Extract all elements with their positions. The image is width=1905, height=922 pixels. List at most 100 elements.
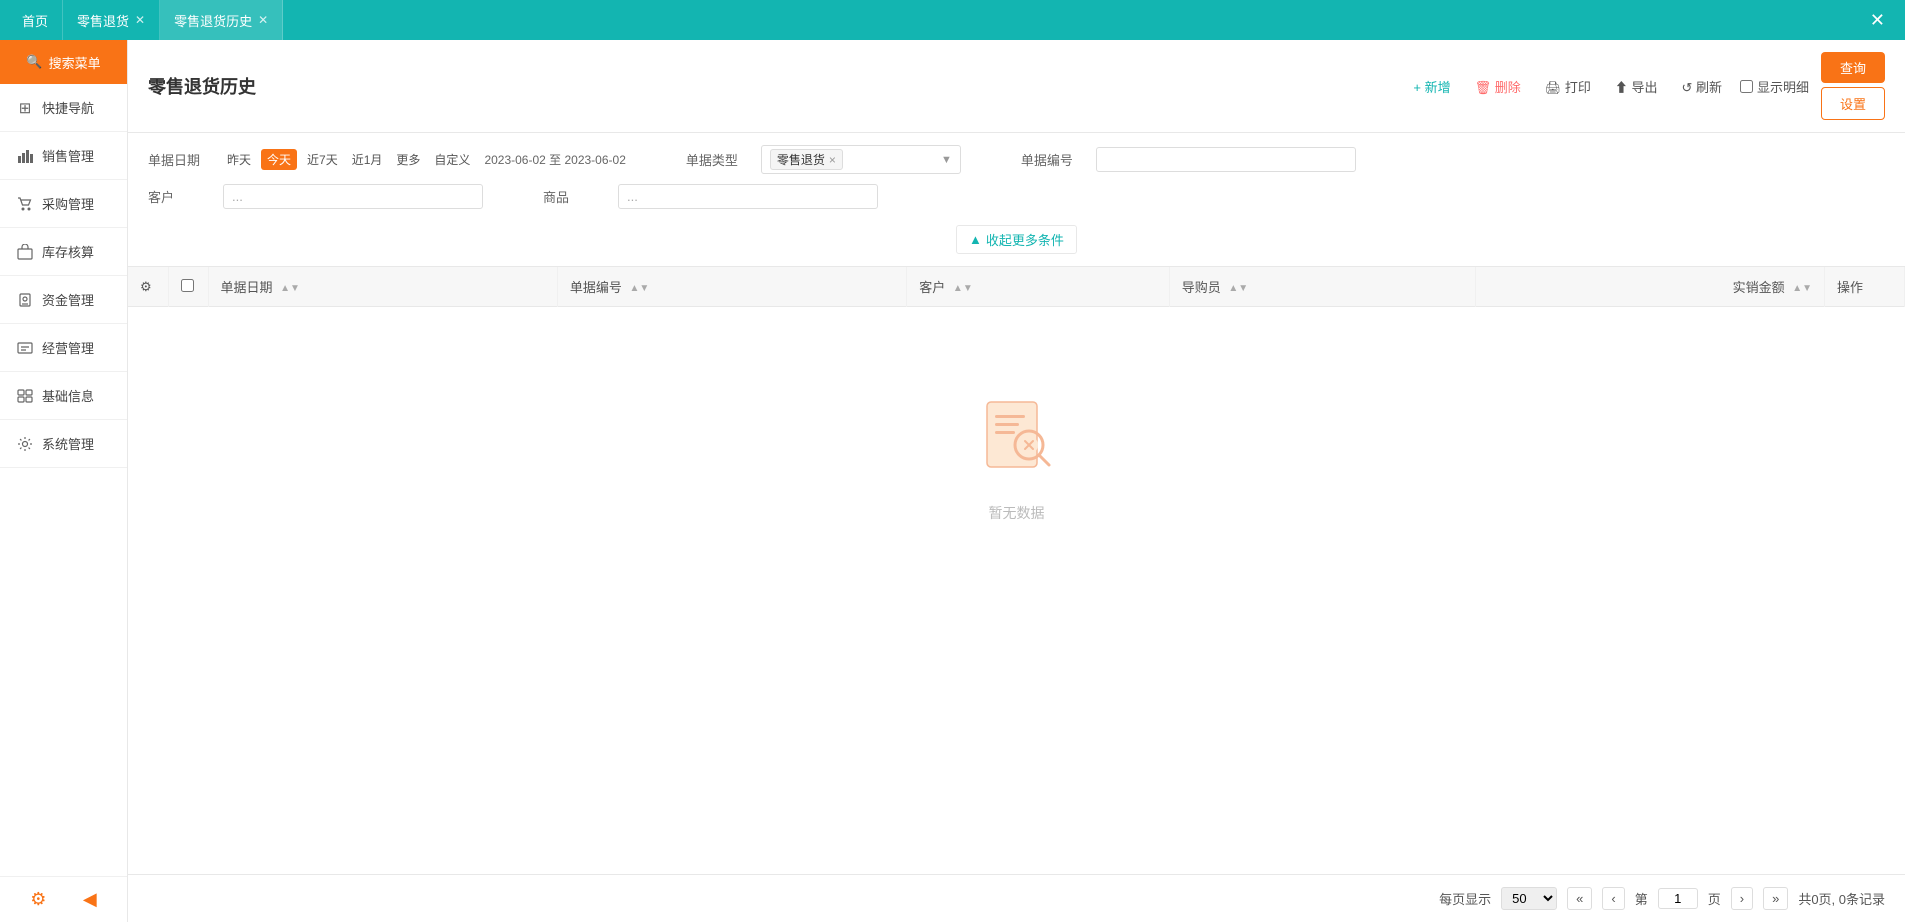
first-page-button[interactable]: «	[1567, 887, 1592, 910]
th-date[interactable]: 单据日期 ▲▼	[208, 267, 557, 307]
export-button[interactable]: ⬆ 导出	[1609, 73, 1664, 100]
sidebar-item-sales-mgmt[interactable]: 销售管理	[0, 132, 127, 180]
th-serial[interactable]: 单据编号 ▲▼	[557, 267, 906, 307]
goods-label: 商品	[543, 187, 598, 206]
date-opt-1month[interactable]: 近1月	[348, 150, 387, 169]
main-layout: 🔍 搜索菜单 ⊞ 快捷导航 销售管理 采购管理 库存核算	[0, 40, 1905, 922]
serial-sort: ▲▼	[630, 283, 650, 294]
date-options: 昨天 今天 近7天 近1月 更多 自定义 2023-06-02 至 2023-0…	[223, 149, 626, 170]
date-opt-today[interactable]: 今天	[261, 149, 297, 170]
filter-row-2: 客户 ... 商品 ...	[148, 184, 1885, 209]
page-label: 第	[1635, 889, 1648, 908]
sidebar-search[interactable]: 🔍 搜索菜单	[0, 40, 127, 84]
tab-retail-return-close[interactable]: ✕	[135, 13, 145, 27]
customer-input[interactable]: ...	[223, 184, 483, 209]
type-select-arrow: ▼	[941, 154, 952, 166]
sidebar: 🔍 搜索菜单 ⊞ 快捷导航 销售管理 采购管理 库存核算	[0, 40, 128, 922]
date-range-display: 2023-06-02 至 2023-06-02	[484, 151, 625, 168]
filter-area: 单据日期 昨天 今天 近7天 近1月 更多 自定义 2023-06-02 至 2…	[128, 133, 1905, 267]
toolbar: + 新增 🗑 删除 🖨 打印 ⬆ 导出 ↺ 刷新 显示明细 查询 设置	[1407, 52, 1885, 120]
inventory-icon	[16, 243, 34, 261]
query-set-group: 查询 设置	[1821, 52, 1885, 120]
prev-page-button[interactable]: ‹	[1602, 887, 1624, 910]
collapse-row: ▲ 收起更多条件	[148, 219, 1885, 254]
sidebar-item-label: 库存核算	[42, 242, 94, 261]
content-area: 零售退货历史 + 新增 🗑 删除 🖨 打印 ⬆ 导出 ↺ 刷新 显示明细 查询 …	[128, 40, 1905, 922]
sales-icon	[16, 147, 34, 165]
date-opt-more[interactable]: 更多	[392, 150, 424, 169]
select-all-checkbox[interactable]	[181, 279, 194, 292]
sidebar-item-operations[interactable]: 经营管理	[0, 324, 127, 372]
print-button[interactable]: 🖨 打印	[1539, 73, 1597, 100]
system-icon	[16, 435, 34, 453]
date-label: 单据日期	[148, 150, 203, 169]
set-button[interactable]: 设置	[1821, 87, 1885, 120]
type-tag: 零售退货 ×	[770, 149, 843, 170]
new-button[interactable]: + 新增	[1407, 73, 1456, 100]
serial-input[interactable]	[1096, 147, 1356, 172]
empty-illustration	[967, 387, 1067, 487]
tab-retail-return[interactable]: 零售退货 ✕	[63, 0, 160, 40]
empty-text: 暂无数据	[989, 503, 1045, 523]
query-button[interactable]: 查询	[1821, 52, 1885, 83]
operations-icon	[16, 339, 34, 357]
sidebar-item-purchase-mgmt[interactable]: 采购管理	[0, 180, 127, 228]
sidebar-search-label: 搜索菜单	[49, 53, 101, 72]
goods-input[interactable]: ...	[618, 184, 878, 209]
window-close-button[interactable]: ✕	[1858, 10, 1897, 31]
display-detail-checkbox[interactable]: 显示明细	[1740, 77, 1809, 96]
page-header-top: 零售退货历史 + 新增 🗑 删除 🖨 打印 ⬆ 导出 ↺ 刷新 显示明细 查询 …	[148, 52, 1885, 120]
per-page-select[interactable]: 50 100 200	[1501, 887, 1557, 910]
type-label: 单据类型	[686, 150, 741, 169]
th-guide[interactable]: 导购员 ▲▼	[1169, 267, 1475, 307]
collapse-button[interactable]: ▲ 收起更多条件	[956, 225, 1077, 254]
search-icon: 🔍	[26, 54, 42, 70]
sidebar-item-label: 采购管理	[42, 194, 94, 213]
total-info: 共0页, 0条记录	[1798, 889, 1885, 908]
customer-sort: ▲▼	[953, 283, 973, 294]
basic-info-icon	[16, 387, 34, 405]
sidebar-item-label: 经营管理	[42, 338, 94, 357]
quick-nav-icon: ⊞	[16, 99, 34, 117]
sidebar-item-label: 系统管理	[42, 434, 94, 453]
sidebar-item-basic-info[interactable]: 基础信息	[0, 372, 127, 420]
sidebar-item-inventory[interactable]: 库存核算	[0, 228, 127, 276]
collapse-label: 收起更多条件	[986, 230, 1064, 249]
th-actions: 操作	[1825, 267, 1905, 307]
page-header: 零售退货历史 + 新增 🗑 删除 🖨 打印 ⬆ 导出 ↺ 刷新 显示明细 查询 …	[128, 40, 1905, 133]
collapse-icon: ▲	[969, 232, 982, 247]
sidebar-item-system-mgmt[interactable]: 系统管理	[0, 420, 127, 468]
th-amount[interactable]: 实销金额 ▲▼	[1475, 267, 1824, 307]
sidebar-item-label: 资金管理	[42, 290, 94, 309]
last-page-button[interactable]: »	[1763, 887, 1788, 910]
sidebar-item-label: 销售管理	[42, 146, 94, 165]
sidebar-item-label: 基础信息	[42, 386, 94, 405]
sidebar-item-label: 快捷导航	[42, 98, 94, 117]
page-input[interactable]	[1658, 888, 1698, 909]
guide-sort: ▲▼	[1228, 283, 1248, 294]
collapse-sidebar-icon[interactable]: ◀	[83, 889, 97, 910]
delete-button[interactable]: 🗑 删除	[1469, 73, 1527, 100]
next-page-button[interactable]: ›	[1731, 887, 1753, 910]
customer-label: 客户	[148, 187, 203, 206]
date-opt-7days[interactable]: 近7天	[303, 150, 342, 169]
tab-retail-return-history-close[interactable]: ✕	[258, 13, 268, 27]
th-gear[interactable]: ⚙	[128, 267, 168, 307]
settings-icon[interactable]: ⚙	[30, 889, 46, 910]
sidebar-item-finance[interactable]: 资金管理	[0, 276, 127, 324]
filter-row-1: 单据日期 昨天 今天 近7天 近1月 更多 自定义 2023-06-02 至 2…	[148, 145, 1885, 174]
refresh-button[interactable]: ↺ 刷新	[1675, 73, 1728, 100]
type-select[interactable]: 零售退货 × ▼	[761, 145, 961, 174]
sidebar-item-quick-nav[interactable]: ⊞ 快捷导航	[0, 84, 127, 132]
th-customer[interactable]: 客户 ▲▼	[907, 267, 1169, 307]
tab-home[interactable]: 首页	[8, 0, 63, 40]
table-area: ⚙ 单据日期 ▲▼ 单据编号 ▲▼	[128, 267, 1905, 874]
date-opt-yesterday[interactable]: 昨天	[223, 150, 255, 169]
gear-icon[interactable]: ⚙	[140, 279, 152, 294]
page-suffix: 页	[1708, 889, 1721, 908]
finance-icon	[16, 291, 34, 309]
tab-retail-return-history[interactable]: 零售退货历史 ✕	[160, 0, 283, 40]
th-checkbox[interactable]	[168, 267, 208, 307]
type-tag-close[interactable]: ×	[829, 153, 836, 167]
date-opt-custom[interactable]: 自定义	[430, 150, 474, 169]
